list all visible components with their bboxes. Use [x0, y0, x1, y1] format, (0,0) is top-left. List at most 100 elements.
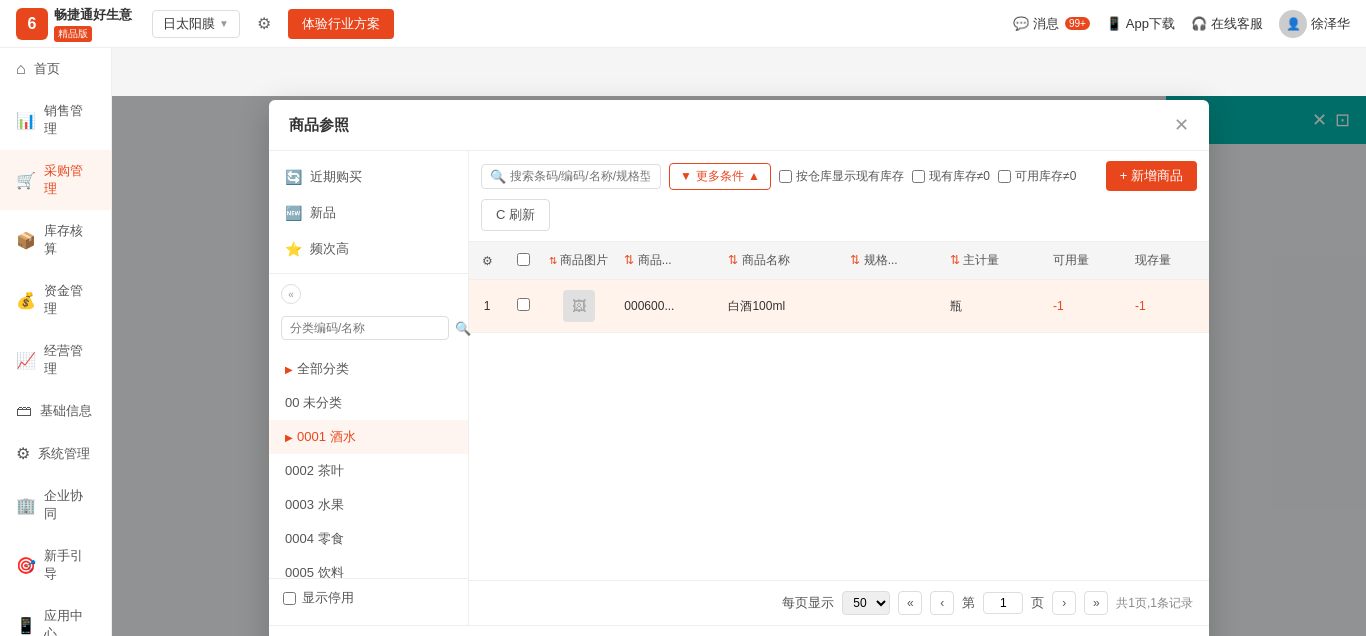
sidebar-item-operations[interactable]: 📈 经营管理	[0, 330, 111, 390]
recent-icon: 🔄	[285, 169, 302, 185]
app-center-icon: 📱	[16, 616, 36, 635]
category-item-3[interactable]: 0003 水果	[269, 488, 468, 522]
row-name: 白酒100ml	[720, 280, 842, 333]
row-checkbox-cell	[505, 280, 541, 333]
available-stock-filter: 可用库存≠0	[998, 168, 1076, 185]
col-header-checkbox	[505, 242, 541, 280]
search-input[interactable]	[510, 169, 650, 183]
show-disabled-row: 显示停用	[269, 578, 468, 617]
settings-icon[interactable]: ⚙	[248, 8, 280, 40]
nav-item-new[interactable]: 🆕 新品	[269, 195, 468, 231]
online-service-button[interactable]: 🎧 在线客服	[1191, 15, 1263, 33]
sidebar-item-inventory[interactable]: 📦 库存核算	[0, 210, 111, 270]
category-item-2[interactable]: 0002 茶叶	[269, 454, 468, 488]
basic-info-icon: 🗃	[16, 402, 32, 420]
collapse-panel-button[interactable]: «	[281, 284, 301, 304]
category-item-5[interactable]: 0005 饮料	[269, 556, 468, 578]
nav-divider	[269, 273, 468, 274]
filter-up-icon: ▲	[748, 169, 760, 183]
sidebar-item-purchase[interactable]: 🛒 采购管理	[0, 150, 111, 210]
app-download-button[interactable]: 📱 App下载	[1106, 15, 1175, 33]
available-stock-checkbox[interactable]	[998, 170, 1011, 183]
guide-icon: 🎯	[16, 556, 36, 575]
sort-code-icon[interactable]: ⇅	[624, 253, 634, 267]
sidebar-item-enterprise[interactable]: 🏢 企业协同	[0, 475, 111, 535]
current-stock-checkbox[interactable]	[912, 170, 925, 183]
row-stock: -1	[1127, 280, 1209, 333]
sidebar-item-home[interactable]: ⌂ 首页	[0, 48, 111, 90]
row-checkbox[interactable]	[517, 298, 530, 311]
messages-button[interactable]: 💬 消息 99+	[1013, 15, 1090, 33]
product-image: 🖼	[563, 290, 595, 322]
category-item-1[interactable]: ▶ 0001 酒水	[269, 420, 468, 454]
select-all-checkbox[interactable]	[517, 253, 530, 266]
modal-header: 商品参照 ✕	[269, 100, 1209, 151]
user-profile[interactable]: 👤 徐泽华	[1279, 10, 1350, 38]
category-all[interactable]: ▶ 全部分类	[269, 352, 468, 386]
show-disabled-checkbox[interactable]	[283, 592, 296, 605]
sidebar-item-sales[interactable]: 📊 销售管理	[0, 90, 111, 150]
row-num: 1	[469, 280, 505, 333]
page-info: 共1页,1条记录	[1116, 595, 1193, 612]
next-page-button[interactable]: ›	[1052, 591, 1076, 615]
row-unit: 瓶	[942, 280, 1045, 333]
enterprise-icon: 🏢	[16, 496, 36, 515]
sort-spec-icon[interactable]: ⇅	[850, 253, 860, 267]
refresh-button-modal[interactable]: C 刷新	[481, 199, 550, 231]
modal-close-button[interactable]: ✕	[1174, 114, 1189, 136]
prev-page-button[interactable]: ‹	[930, 591, 954, 615]
warehouse-checkbox[interactable]	[779, 170, 792, 183]
finance-icon: 💰	[16, 291, 36, 310]
purchase-icon: 🛒	[16, 171, 36, 190]
col-header-stock: 现存量	[1127, 242, 1209, 280]
sidebar-item-basic-info[interactable]: 🗃 基础信息	[0, 390, 111, 432]
home-icon: ⌂	[16, 60, 26, 78]
new-icon: 🆕	[285, 205, 302, 221]
col-header-spec: ⇅ 规格...	[842, 242, 942, 280]
row-img-cell: 🖼	[541, 280, 616, 333]
main-area: 查询 设置 刷新 ✕ ⊡ 商品参照 ✕ 🔄 近期购买	[112, 96, 1366, 636]
sidebar-item-guide[interactable]: 🎯 新手引导	[0, 535, 111, 595]
store-arrow-icon: ▼	[219, 18, 229, 29]
warehouse-filter: 按仓库显示现有库存	[779, 168, 904, 185]
trial-button[interactable]: 体验行业方案	[288, 9, 394, 39]
first-page-button[interactable]: «	[898, 591, 922, 615]
filter-icon: ▼	[680, 169, 692, 183]
inventory-icon: 📦	[16, 231, 36, 250]
page-size-select[interactable]: 50	[842, 591, 890, 615]
page-label: 第	[962, 594, 975, 612]
category-search-input[interactable]	[281, 316, 449, 340]
product-reference-modal: 商品参照 ✕ 🔄 近期购买 🆕 新品 ⭐	[269, 100, 1209, 636]
nav-item-frequent[interactable]: ⭐ 频次高	[269, 231, 468, 267]
col-header-settings[interactable]: ⚙	[469, 242, 505, 280]
sales-icon: 📊	[16, 111, 36, 130]
last-page-button[interactable]: »	[1084, 591, 1108, 615]
table-row[interactable]: 1 🖼 000600...	[469, 280, 1209, 333]
store-selector[interactable]: 日太阳膜 ▼	[152, 10, 240, 38]
avatar: 👤	[1279, 10, 1307, 38]
category-item-4[interactable]: 0004 零食	[269, 522, 468, 556]
nav-item-recent[interactable]: 🔄 近期购买	[269, 159, 468, 195]
category-item-0[interactable]: 00 未分类	[269, 386, 468, 420]
add-product-button[interactable]: + 新增商品	[1106, 161, 1197, 191]
page-input[interactable]	[983, 592, 1023, 614]
sort-unit-icon[interactable]: ⇅	[950, 253, 960, 267]
left-panel: 🔄 近期购买 🆕 新品 ⭐ 频次高 «	[269, 151, 469, 625]
sort-img-icon[interactable]: ⇅	[549, 255, 557, 266]
logo-icon: 6	[16, 8, 48, 40]
messages-badge: 99+	[1065, 17, 1090, 30]
modal-title: 商品参照	[289, 116, 349, 135]
sort-name-icon[interactable]: ⇅	[728, 253, 738, 267]
filter-button[interactable]: ▼ 更多条件 ▲	[669, 163, 771, 190]
row-available: -1	[1045, 280, 1127, 333]
topbar: 6 畅捷通好生意 精品版 日太阳膜 ▼ ⚙ 体验行业方案 💬 消息 99+ 📱 …	[0, 0, 1366, 48]
right-panel: 🔍 ▼ 更多条件 ▲ 按仓库显示现有库存	[469, 151, 1209, 625]
sidebar: ⌂ 首页 📊 销售管理 🛒 采购管理 📦 库存核算 💰 资金管理 📈 经营管理 …	[0, 48, 112, 636]
row-code: 000600...	[616, 280, 720, 333]
sidebar-item-app-center[interactable]: 📱 应用中心	[0, 595, 111, 636]
sidebar-item-system[interactable]: ⚙ 系统管理	[0, 432, 111, 475]
logo-text: 畅捷通好生意 精品版	[54, 6, 132, 42]
sidebar-item-finance[interactable]: 💰 资金管理	[0, 270, 111, 330]
system-icon: ⚙	[16, 444, 30, 463]
col-header-img: ⇅ 商品图片	[541, 242, 616, 280]
